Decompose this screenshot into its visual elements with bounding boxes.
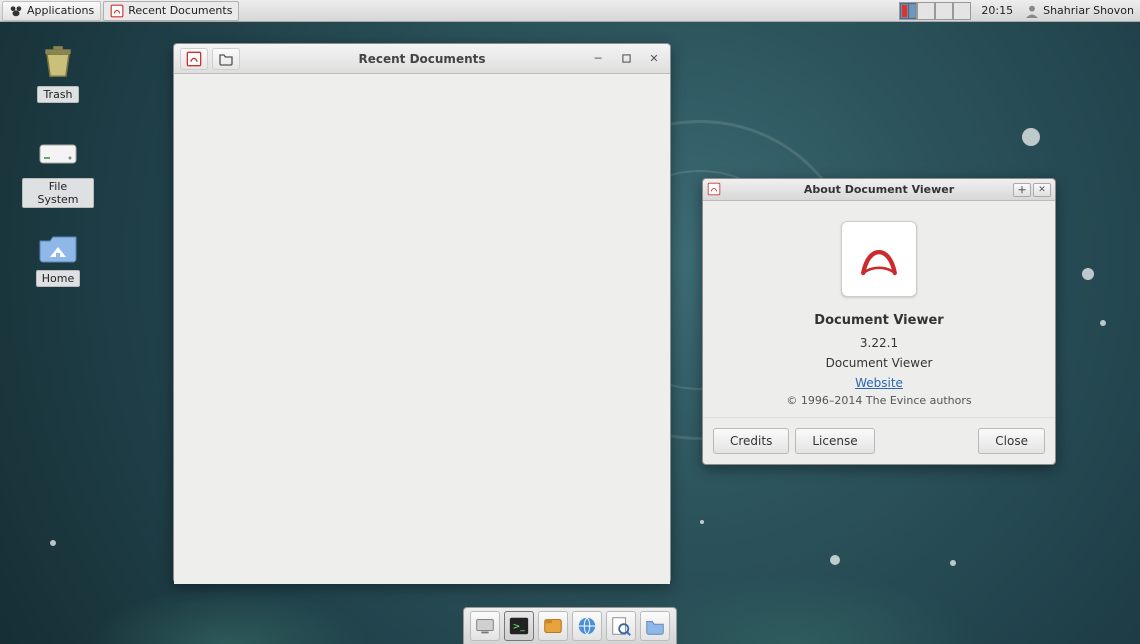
workspace-1[interactable] <box>899 2 917 20</box>
about-app-name: Document Viewer <box>715 313 1043 328</box>
maximize-button[interactable] <box>616 49 636 69</box>
desktop-icon-trash[interactable]: Trash <box>22 42 94 103</box>
open-icon <box>218 51 234 67</box>
license-button[interactable]: License <box>795 428 874 454</box>
trash-icon <box>38 42 78 82</box>
taskbar-item-label: Recent Documents <box>128 4 232 17</box>
dialog-title: About Document Viewer <box>703 183 1055 196</box>
workspace-3[interactable] <box>935 2 953 20</box>
evince-icon <box>707 182 723 198</box>
user-name: Shahriar Shovon <box>1043 4 1134 17</box>
about-dialog: About Document Viewer ＋ ✕ Document Viewe… <box>702 178 1056 465</box>
user-menu[interactable]: Shahriar Shovon <box>1019 1 1140 21</box>
drive-icon <box>38 134 78 174</box>
dock-folder[interactable] <box>640 611 670 641</box>
desktop-icon-label: File System <box>22 178 94 208</box>
about-description: Document Viewer <box>715 356 1043 370</box>
svg-text:>_: >_ <box>513 621 526 632</box>
recent-documents-window: Recent Documents ─ ✕ <box>173 43 671 583</box>
evince-icon <box>186 51 202 67</box>
applications-menu-button[interactable]: Applications <box>2 1 101 21</box>
dialog-titlebar[interactable]: About Document Viewer ＋ ✕ <box>703 179 1055 201</box>
workspace-2[interactable] <box>917 2 935 20</box>
dock-show-desktop[interactable] <box>470 611 500 641</box>
workspace-pager[interactable] <box>899 2 971 20</box>
workspace-4[interactable] <box>953 2 971 20</box>
home-folder-icon <box>38 226 78 266</box>
evince-icon <box>110 4 124 18</box>
desktop-icon-label: Home <box>36 270 80 287</box>
close-button[interactable]: ✕ <box>644 49 664 69</box>
dock: >_ <box>463 607 677 644</box>
recent-documents-content <box>174 74 670 584</box>
user-icon <box>1025 4 1039 18</box>
dock-web-browser[interactable] <box>572 611 602 641</box>
dock-file-manager[interactable] <box>538 611 568 641</box>
dialog-expand-button[interactable]: ＋ <box>1013 183 1031 197</box>
app-icon-large <box>841 221 917 297</box>
minimize-button[interactable]: ─ <box>588 49 608 69</box>
about-website-link[interactable]: Website <box>855 376 903 390</box>
dialog-actions: Credits License Close <box>703 417 1055 464</box>
about-version: 3.22.1 <box>715 336 1043 350</box>
dialog-close-button[interactable]: ✕ <box>1033 183 1051 197</box>
desktop-icon-filesystem[interactable]: File System <box>22 134 94 208</box>
close-button[interactable]: Close <box>978 428 1045 454</box>
applications-menu-label: Applications <box>27 4 94 17</box>
credits-button[interactable]: Credits <box>713 428 789 454</box>
about-copyright: © 1996–2014 The Evince authors <box>715 394 1043 407</box>
clock[interactable]: 20:15 <box>975 4 1019 17</box>
top-panel: Applications Recent Documents 20:15 Shah… <box>0 0 1140 22</box>
window-titlebar[interactable]: Recent Documents ─ ✕ <box>174 44 670 74</box>
open-file-button[interactable] <box>212 48 240 70</box>
taskbar-item-recent-documents[interactable]: Recent Documents <box>103 1 239 21</box>
desktop-icon-home[interactable]: Home <box>22 226 94 287</box>
evince-app-button[interactable] <box>180 48 208 70</box>
dock-terminal[interactable]: >_ <box>504 611 534 641</box>
about-body: Document Viewer 3.22.1 Document Viewer W… <box>703 201 1055 417</box>
xfce-mouse-icon <box>9 4 23 18</box>
dock-search[interactable] <box>606 611 636 641</box>
desktop-icon-label: Trash <box>37 86 78 103</box>
